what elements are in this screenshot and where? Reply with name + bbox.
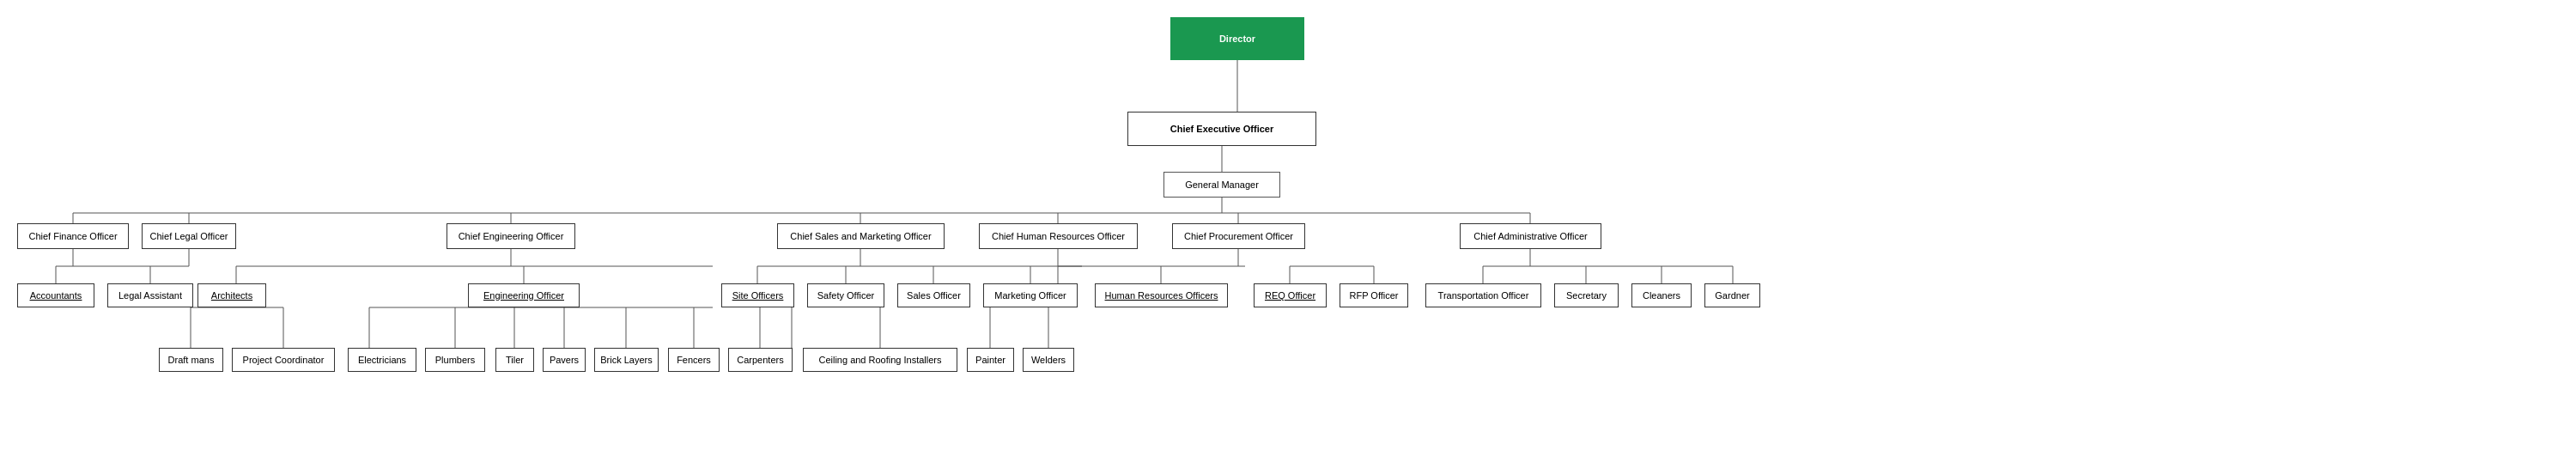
safety-officer-label: Safety Officer bbox=[817, 289, 874, 301]
tiler-node: Tiler bbox=[495, 348, 534, 372]
ceo-label: Chief Executive Officer bbox=[1170, 123, 1273, 135]
accountants-label: Accountants bbox=[30, 289, 82, 301]
painter-node: Painter bbox=[967, 348, 1014, 372]
project-coord-node: Project Coordinator bbox=[232, 348, 335, 372]
gm-label: General Manager bbox=[1185, 179, 1259, 191]
gardner-label: Gardner bbox=[1715, 289, 1749, 301]
draft-mans-node: Draft mans bbox=[159, 348, 223, 372]
carpenters-label: Carpenters bbox=[737, 354, 783, 366]
marketing-officer-node: Marketing Officer bbox=[983, 283, 1078, 307]
transport-officer-label: Transportation Officer bbox=[1438, 289, 1529, 301]
site-officers-node: Site Officers bbox=[721, 283, 794, 307]
chro-node: Chief Human Resources Officer bbox=[979, 223, 1138, 249]
fencers-node: Fencers bbox=[668, 348, 720, 372]
org-chart: Director Chief Executive Officer General… bbox=[0, 0, 2576, 450]
cengineering-node: Chief Engineering Officer bbox=[447, 223, 575, 249]
cao-label: Chief Administrative Officer bbox=[1473, 230, 1587, 242]
cpo-label: Chief Procurement Officer bbox=[1184, 230, 1293, 242]
cleaners-label: Cleaners bbox=[1643, 289, 1680, 301]
painter-label: Painter bbox=[975, 354, 1005, 366]
pavers-node: Pavers bbox=[543, 348, 586, 372]
brick-layers-node: Brick Layers bbox=[594, 348, 659, 372]
gm-node: General Manager bbox=[1163, 172, 1280, 198]
sales-officer-label: Sales Officer bbox=[907, 289, 961, 301]
tiler-label: Tiler bbox=[506, 354, 524, 366]
site-officers-label: Site Officers bbox=[732, 289, 784, 301]
architects-node: Architects bbox=[197, 283, 266, 307]
legal-assistant-node: Legal Assistant bbox=[107, 283, 193, 307]
fencers-label: Fencers bbox=[677, 354, 711, 366]
ceiling-roofing-label: Ceiling and Roofing Installers bbox=[818, 354, 941, 366]
gardner-node: Gardner bbox=[1704, 283, 1760, 307]
ceo-node: Chief Executive Officer bbox=[1127, 112, 1316, 146]
rfp-officer-label: RFP Officer bbox=[1349, 289, 1398, 301]
director-label: Director bbox=[1219, 33, 1255, 45]
hr-officers-label: Human Resources Officers bbox=[1105, 289, 1218, 301]
hr-officers-node: Human Resources Officers bbox=[1095, 283, 1228, 307]
secretary-label: Secretary bbox=[1566, 289, 1607, 301]
cengineering-label: Chief Engineering Officer bbox=[459, 230, 564, 242]
cao-node: Chief Administrative Officer bbox=[1460, 223, 1601, 249]
welders-label: Welders bbox=[1031, 354, 1066, 366]
plumbers-node: Plumbers bbox=[425, 348, 485, 372]
ceiling-roofing-node: Ceiling and Roofing Installers bbox=[803, 348, 957, 372]
electricians-node: Electricians bbox=[348, 348, 416, 372]
project-coord-label: Project Coordinator bbox=[243, 354, 325, 366]
cfo-label: Chief Finance Officer bbox=[28, 230, 117, 242]
brick-layers-label: Brick Layers bbox=[600, 354, 653, 366]
cfo-node: Chief Finance Officer bbox=[17, 223, 129, 249]
rfp-officer-node: RFP Officer bbox=[1340, 283, 1408, 307]
cleaners-node: Cleaners bbox=[1631, 283, 1692, 307]
csmo-node: Chief Sales and Marketing Officer bbox=[777, 223, 945, 249]
clo-label: Chief Legal Officer bbox=[150, 230, 228, 242]
csmo-label: Chief Sales and Marketing Officer bbox=[790, 230, 931, 242]
architects-label: Architects bbox=[211, 289, 252, 301]
plumbers-label: Plumbers bbox=[435, 354, 475, 366]
eng-officer-label: Engineering Officer bbox=[483, 289, 564, 301]
accountants-node: Accountants bbox=[17, 283, 94, 307]
carpenters-node: Carpenters bbox=[728, 348, 793, 372]
transport-officer-node: Transportation Officer bbox=[1425, 283, 1541, 307]
cpo-node: Chief Procurement Officer bbox=[1172, 223, 1305, 249]
eng-officer-node: Engineering Officer bbox=[468, 283, 580, 307]
marketing-officer-label: Marketing Officer bbox=[994, 289, 1066, 301]
secretary-node: Secretary bbox=[1554, 283, 1619, 307]
req-officer-node: REQ Officer bbox=[1254, 283, 1327, 307]
req-officer-label: REQ Officer bbox=[1265, 289, 1315, 301]
clo-node: Chief Legal Officer bbox=[142, 223, 236, 249]
legal-assistant-label: Legal Assistant bbox=[118, 289, 182, 301]
safety-officer-node: Safety Officer bbox=[807, 283, 884, 307]
welders-node: Welders bbox=[1023, 348, 1074, 372]
director-node: Director bbox=[1170, 17, 1304, 60]
chro-label: Chief Human Resources Officer bbox=[992, 230, 1125, 242]
pavers-label: Pavers bbox=[550, 354, 579, 366]
draft-mans-label: Draft mans bbox=[168, 354, 215, 366]
sales-officer-node: Sales Officer bbox=[897, 283, 970, 307]
electricians-label: Electricians bbox=[358, 354, 406, 366]
